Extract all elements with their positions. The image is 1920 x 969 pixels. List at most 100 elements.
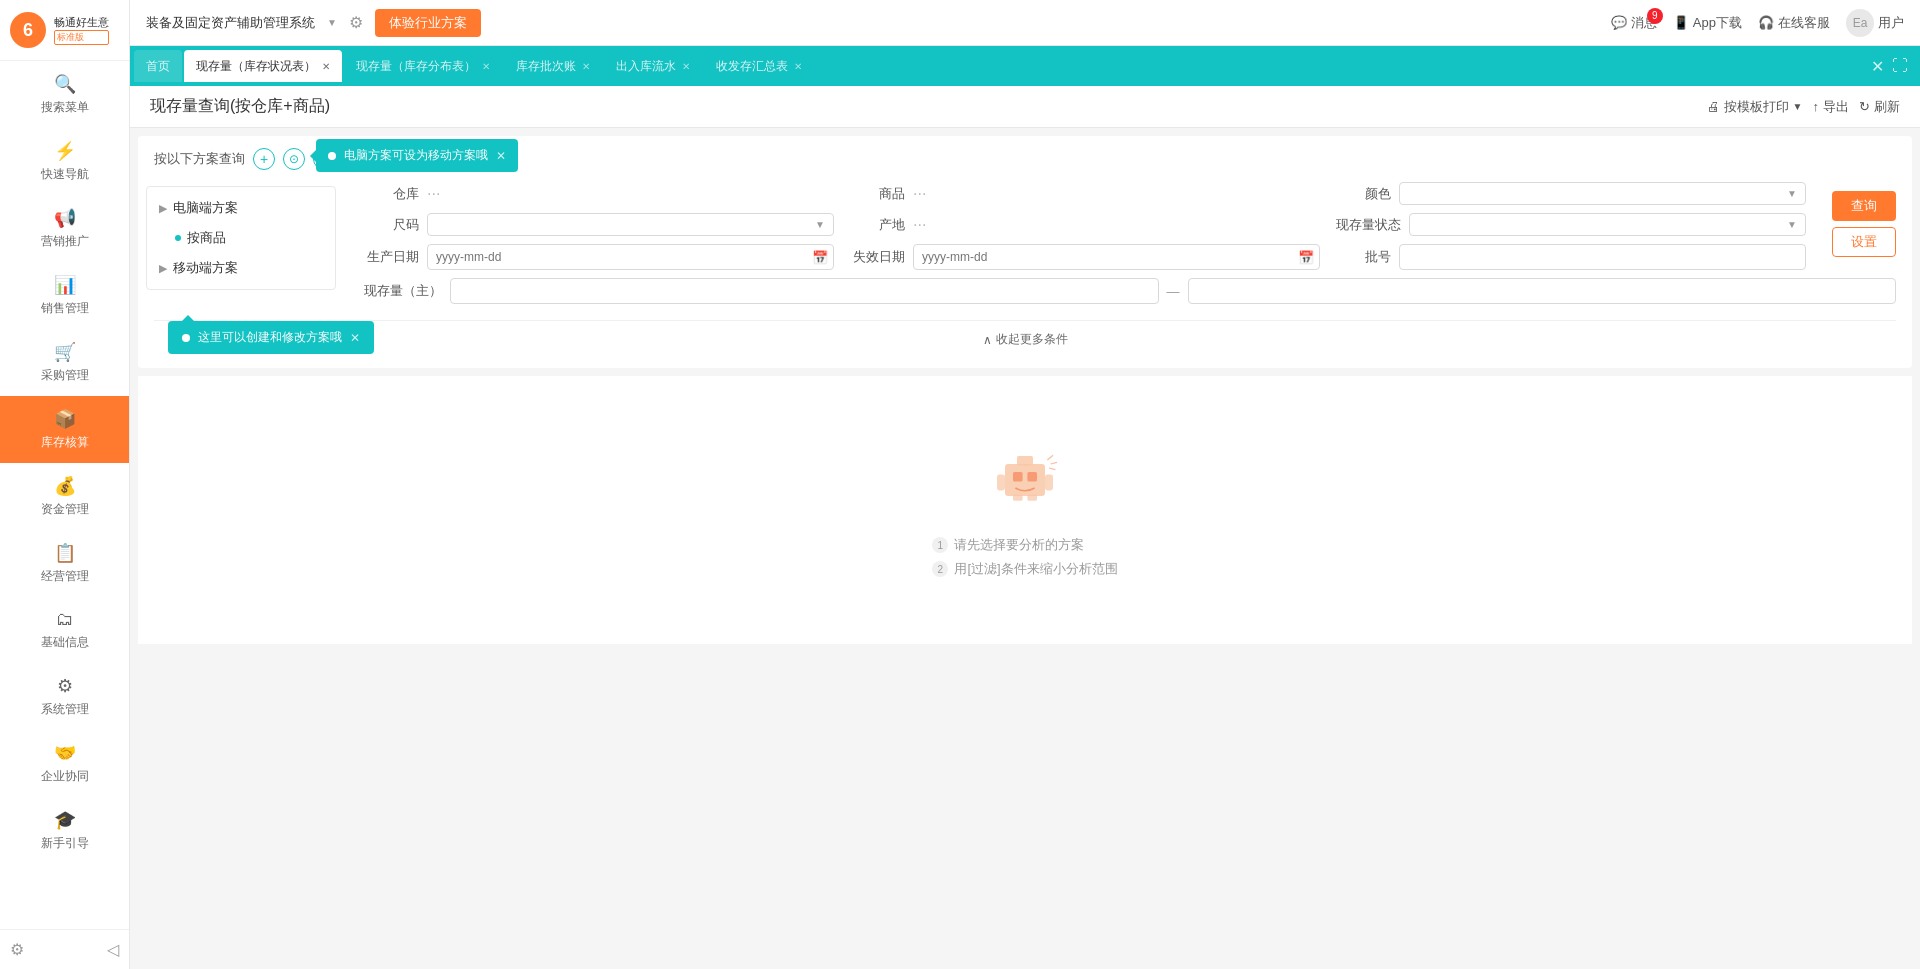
- stock-main-from-input[interactable]: [450, 278, 1159, 304]
- tab-inventory-status[interactable]: 现存量（库存状况表） ✕: [184, 50, 342, 82]
- filter-row-1: 仓库 ··· 商品 ··· 颜色 ▼: [364, 182, 1806, 205]
- content-area: 现存量查询(按仓库+商品) 🖨 按模板打印 ▼ ↑ 导出 ↻ 刷新: [130, 86, 1920, 969]
- search-button[interactable]: 查询: [1832, 191, 1896, 221]
- online-support-item[interactable]: 🎧 在线客服: [1758, 14, 1830, 32]
- sidebar-item-basic[interactable]: 🗂 基础信息: [0, 597, 129, 663]
- sidebar-item-system[interactable]: ⚙ 系统管理: [0, 663, 129, 730]
- close-tab-inventory-status[interactable]: ✕: [322, 61, 330, 72]
- close-tab-batch-ledger[interactable]: ✕: [582, 61, 590, 72]
- size-dropdown-arrow: ▼: [815, 219, 825, 230]
- search-menu-icon: 🔍: [54, 73, 76, 95]
- svg-line-10: [1051, 462, 1057, 464]
- tree-item-by-product[interactable]: 按商品: [147, 223, 335, 253]
- stock-main-label: 现存量（主）: [364, 282, 442, 300]
- production-date-label: 生产日期: [364, 248, 419, 266]
- color-select[interactable]: ▼: [1399, 182, 1806, 205]
- warehouse-dots-btn[interactable]: ···: [427, 185, 440, 203]
- collapse-sidebar-btn[interactable]: ◁: [107, 940, 119, 959]
- warehouse-label: 仓库: [364, 185, 419, 203]
- svg-line-11: [1049, 468, 1055, 470]
- svg-rect-6: [1045, 474, 1053, 490]
- expiry-date-start-input[interactable]: [913, 244, 1320, 270]
- sidebar-item-guide[interactable]: 🎓 新手引导: [0, 797, 129, 864]
- user-label: 用户: [1878, 14, 1904, 32]
- refresh-btn[interactable]: ↻ 刷新: [1859, 98, 1900, 116]
- sidebar-item-enterprise[interactable]: 🤝 企业协同: [0, 730, 129, 797]
- sidebar-item-marketing[interactable]: 📢 营销推广: [0, 195, 129, 262]
- settings-footer-btn[interactable]: ⚙: [10, 940, 24, 959]
- svg-rect-1: [1013, 472, 1023, 482]
- close-all-tabs-btn[interactable]: ✕: [1871, 57, 1884, 76]
- app-download-item[interactable]: 📱 App下载: [1673, 14, 1742, 32]
- sidebar-item-search-menu[interactable]: 🔍 搜索菜单: [0, 61, 129, 128]
- origin-label: 产地: [850, 216, 905, 234]
- search-buttons: 查询 设置: [1832, 191, 1896, 257]
- collapse-conditions-btn[interactable]: ∧ 收起更多条件: [983, 331, 1068, 348]
- sidebar-item-operations[interactable]: 📋 经营管理: [0, 530, 129, 597]
- tooltip-close-btn[interactable]: ✕: [496, 149, 506, 163]
- message-badge: 9: [1647, 8, 1663, 24]
- close-tab-inventory-dist[interactable]: ✕: [482, 61, 490, 72]
- empty-tip-2: 2 用[过滤]条件来缩小分析范围: [932, 560, 1117, 578]
- purchase-icon: 🛒: [54, 341, 76, 363]
- origin-dots-btn[interactable]: ···: [913, 216, 926, 234]
- setting-button[interactable]: 设置: [1832, 227, 1896, 257]
- add-scheme-btn[interactable]: +: [253, 148, 275, 170]
- online-support-label: 在线客服: [1778, 14, 1830, 32]
- export-btn[interactable]: ↑ 导出: [1813, 98, 1850, 116]
- filter-row-4: 现存量（主） —: [364, 278, 1896, 304]
- fullscreen-btn[interactable]: ⛶: [1892, 57, 1908, 76]
- message-item[interactable]: 💬 消息 9: [1611, 14, 1657, 32]
- tree-item-mobile[interactable]: ▶ 移动端方案: [147, 253, 335, 283]
- expiry-date-start: 📅: [913, 244, 1320, 270]
- template-print-btn[interactable]: 🖨 按模板打印 ▼: [1707, 98, 1803, 116]
- sidebar-item-inventory[interactable]: 📦 库存核算: [0, 396, 129, 463]
- sidebar-item-sales[interactable]: 📊 销售管理: [0, 262, 129, 329]
- headset-icon: 🎧: [1758, 15, 1774, 30]
- svg-rect-2: [1027, 472, 1037, 482]
- tab-in-out-flow[interactable]: 出入库流水 ✕: [604, 50, 702, 82]
- close-tab-collect-report[interactable]: ✕: [794, 61, 802, 72]
- sidebar-item-label: 营销推广: [41, 233, 89, 250]
- empty-illustration: [985, 436, 1065, 516]
- app-download-label: App下载: [1693, 14, 1742, 32]
- close-tab-in-out-flow[interactable]: ✕: [682, 61, 690, 72]
- main-area: 装备及固定资产辅助管理系统 ▼ ⚙ 体验行业方案 💬 消息 9 📱 App下载 …: [130, 0, 1920, 969]
- system-icon: ⚙: [57, 675, 73, 697]
- tree-item-desktop[interactable]: ▶ 电脑端方案: [147, 193, 335, 223]
- scheme-tree-dropdown: ▶ 电脑端方案 按商品 ▶ 移动端方案: [146, 186, 336, 290]
- tab-home[interactable]: 首页: [134, 50, 182, 82]
- collapse-bar: ∧ 收起更多条件: [154, 320, 1896, 348]
- production-date-start-input[interactable]: [427, 244, 834, 270]
- product-dots-btn[interactable]: ···: [913, 185, 926, 203]
- user-item[interactable]: Ea 用户: [1846, 9, 1904, 37]
- sidebar-item-quick-nav[interactable]: ⚡ 快速导航: [0, 128, 129, 195]
- expiry-date-label: 失效日期: [850, 248, 905, 266]
- tab-batch-ledger[interactable]: 库存批次账 ✕: [504, 50, 602, 82]
- size-select[interactable]: ▼: [427, 213, 834, 236]
- tab-inventory-dist[interactable]: 现存量（库存分布表） ✕: [344, 50, 502, 82]
- tooltip2-close-btn[interactable]: ✕: [350, 331, 360, 345]
- field-origin: 产地 ···: [850, 213, 1320, 236]
- batch-input[interactable]: [1399, 244, 1806, 270]
- filter-row-2: 尺码 ▼ 产地 ··· 现存量状态 ▼: [364, 213, 1806, 236]
- inventory-status-select[interactable]: ▼: [1409, 213, 1806, 236]
- industry-solution-button[interactable]: 体验行业方案: [375, 9, 481, 37]
- tab-collect-report[interactable]: 收发存汇总表 ✕: [704, 50, 814, 82]
- settings-gear-icon[interactable]: ⚙: [349, 13, 363, 32]
- sidebar-item-purchase[interactable]: 🛒 采购管理: [0, 329, 129, 396]
- sidebar-item-label: 资金管理: [41, 501, 89, 518]
- tooltip-create-scheme: 这里可以创建和修改方案哦 ✕: [168, 321, 374, 354]
- enterprise-icon: 🤝: [54, 742, 76, 764]
- selected-dot-icon: [175, 235, 181, 241]
- stock-main-to-input[interactable]: [1188, 278, 1897, 304]
- svg-line-9: [1047, 455, 1053, 460]
- print-icon: 🖨: [1707, 99, 1720, 114]
- home-tab-label: 首页: [146, 58, 170, 75]
- field-production-date: 生产日期 📅: [364, 244, 834, 270]
- copy-scheme-btn[interactable]: ⊙ 电脑方案可设为移动方案哦 ✕: [283, 148, 305, 170]
- field-size: 尺码 ▼: [364, 213, 834, 236]
- sidebar-item-finance[interactable]: 💰 资金管理: [0, 463, 129, 530]
- mobile-icon: 📱: [1673, 15, 1689, 30]
- svg-rect-8: [1027, 494, 1037, 500]
